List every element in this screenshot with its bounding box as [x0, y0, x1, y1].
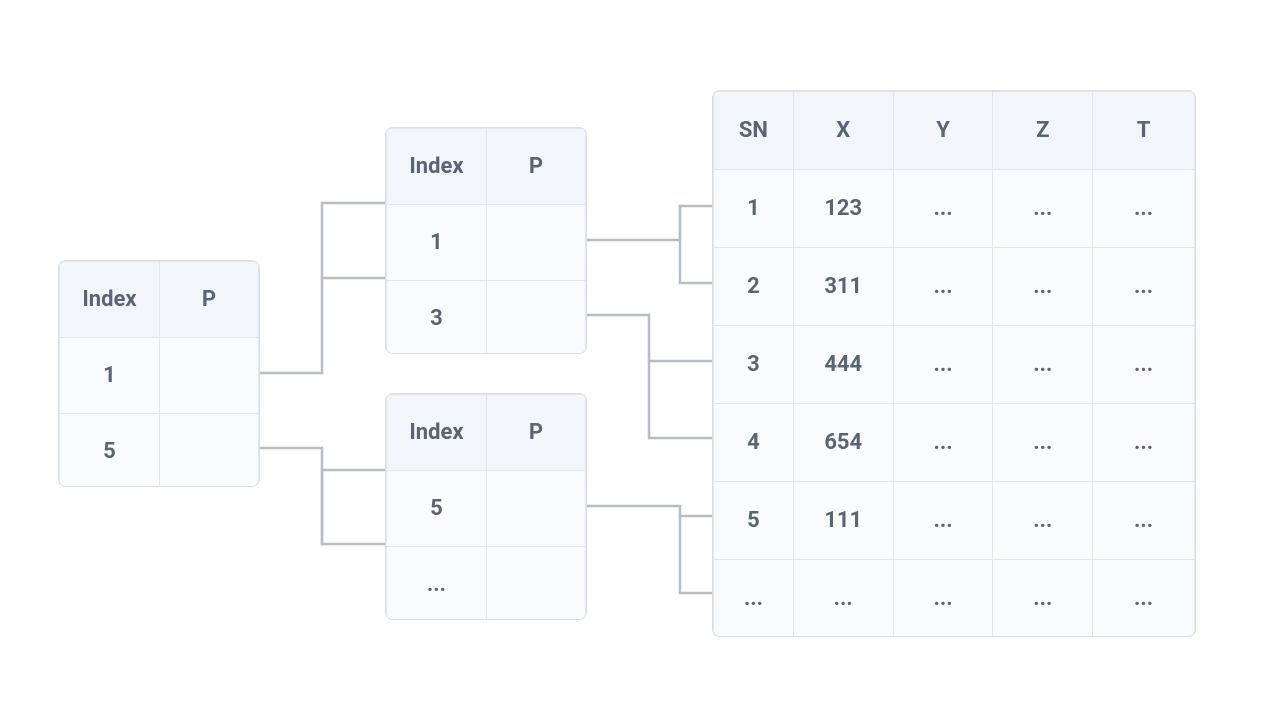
col-header-index: Index	[387, 129, 487, 205]
cell-pointer	[486, 471, 585, 547]
table-row: 5 111 ... ... ...	[714, 482, 1195, 560]
cell-x: 123	[793, 170, 893, 248]
cell-x: 444	[793, 326, 893, 404]
cell-pointer	[486, 281, 585, 355]
cell-x: 111	[793, 482, 893, 560]
table-row: 3 444 ... ... ...	[714, 326, 1195, 404]
col-header-p: P	[159, 262, 258, 338]
table-row: 5	[60, 414, 259, 488]
cell-sn: 2	[714, 248, 794, 326]
table-row: 5	[387, 471, 586, 547]
cell-sn: ...	[714, 560, 794, 638]
cell-t: ...	[1093, 170, 1195, 248]
col-header-x: X	[793, 92, 893, 170]
cell-pointer	[486, 547, 585, 621]
cell-index: ...	[387, 547, 487, 621]
table-row: 1	[60, 338, 259, 414]
col-header-index: Index	[60, 262, 160, 338]
cell-y: ...	[893, 560, 993, 638]
cell-index: 5	[387, 471, 487, 547]
index-table-level0: Index P 1 5	[58, 260, 260, 487]
col-header-p: P	[486, 129, 585, 205]
cell-t: ...	[1093, 248, 1195, 326]
cell-z: ...	[993, 170, 1093, 248]
cell-index: 3	[387, 281, 487, 355]
cell-y: ...	[893, 404, 993, 482]
cell-t: ...	[1093, 482, 1195, 560]
cell-y: ...	[893, 170, 993, 248]
cell-pointer	[486, 205, 585, 281]
cell-sn: 3	[714, 326, 794, 404]
col-header-t: T	[1093, 92, 1195, 170]
col-header-sn: SN	[714, 92, 794, 170]
data-table: SN X Y Z T 1 123 ... ... ... 2 311	[712, 90, 1196, 637]
cell-index: 1	[387, 205, 487, 281]
cell-x: 654	[793, 404, 893, 482]
col-header-p: P	[486, 395, 585, 471]
table-row: 3	[387, 281, 586, 355]
cell-t: ...	[1093, 404, 1195, 482]
cell-z: ...	[993, 326, 1093, 404]
col-header-y: Y	[893, 92, 993, 170]
col-header-z: Z	[993, 92, 1093, 170]
cell-z: ...	[993, 560, 1093, 638]
cell-y: ...	[893, 482, 993, 560]
cell-z: ...	[993, 404, 1093, 482]
cell-z: ...	[993, 248, 1093, 326]
cell-sn: 1	[714, 170, 794, 248]
cell-index: 1	[60, 338, 160, 414]
table-row: 1	[387, 205, 586, 281]
cell-y: ...	[893, 326, 993, 404]
cell-t: ...	[1093, 326, 1195, 404]
table-row: 2 311 ... ... ...	[714, 248, 1195, 326]
diagram-canvas: Index P 1 5 Index P	[0, 0, 1280, 720]
cell-x: 311	[793, 248, 893, 326]
cell-z: ...	[993, 482, 1093, 560]
table-row: 4 654 ... ... ...	[714, 404, 1195, 482]
cell-y: ...	[893, 248, 993, 326]
col-header-index: Index	[387, 395, 487, 471]
cell-t: ...	[1093, 560, 1195, 638]
table-row: ...	[387, 547, 586, 621]
cell-sn: 5	[714, 482, 794, 560]
index-table-level1-upper: Index P 1 3	[385, 127, 587, 354]
index-table-level1-lower: Index P 5 ...	[385, 393, 587, 620]
cell-pointer	[159, 338, 258, 414]
cell-x: ...	[793, 560, 893, 638]
cell-pointer	[159, 414, 258, 488]
table-row: ... ... ... ... ...	[714, 560, 1195, 638]
cell-index: 5	[60, 414, 160, 488]
cell-sn: 4	[714, 404, 794, 482]
table-row: 1 123 ... ... ...	[714, 170, 1195, 248]
